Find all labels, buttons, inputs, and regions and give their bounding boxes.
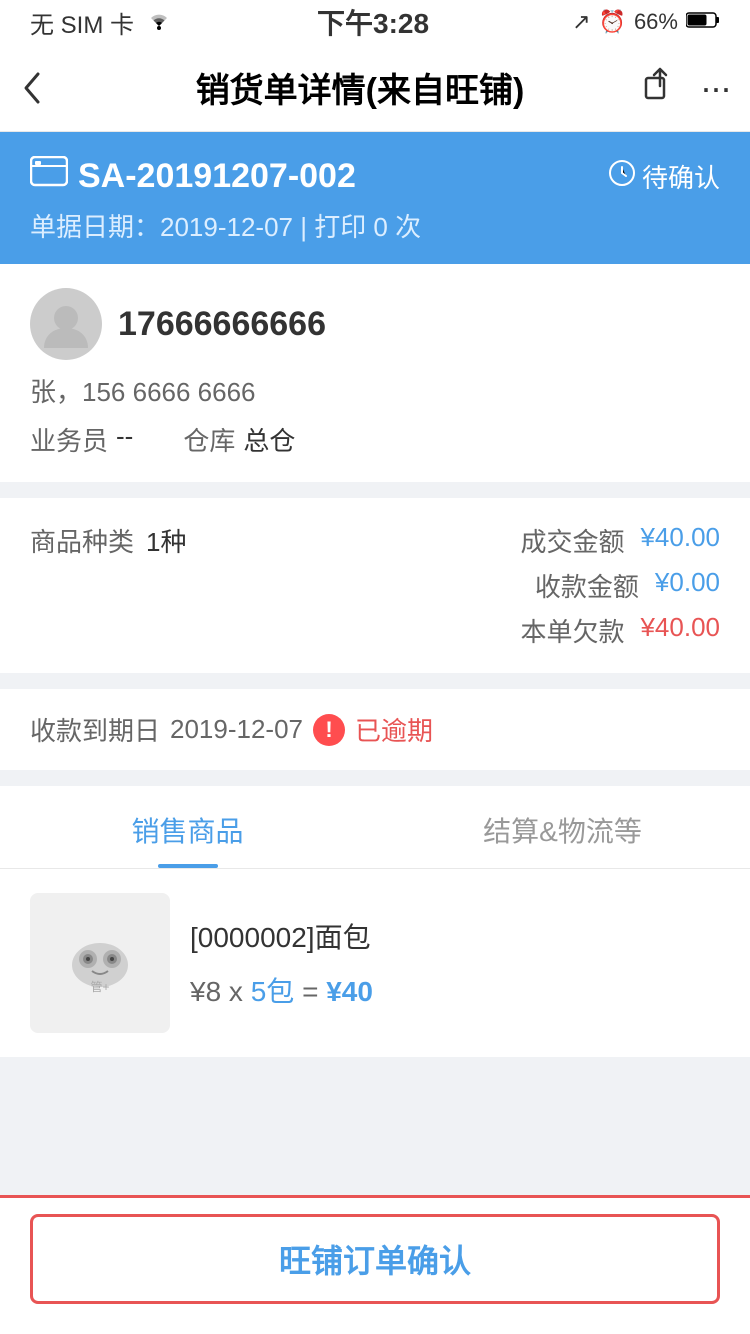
tabs-header: 销售商品 结算&物流等: [0, 786, 750, 869]
battery-icon: [686, 9, 720, 35]
product-types-value: 1种: [146, 522, 186, 559]
nav-actions: ···: [640, 64, 730, 111]
no-sim-text: 无 SIM 卡: [30, 5, 134, 40]
customer-section: 17666666666 张，156 6666 6666 业务员 -- 仓库 总仓: [0, 264, 750, 482]
wifi-icon: [144, 8, 174, 37]
price-total: ¥40: [326, 976, 373, 1007]
summary-section: 商品种类 1种 成交金额 ¥40.00 收款金额 ¥0.00 本单欠款 ¥40.…: [0, 498, 750, 673]
price-eq: =: [302, 976, 318, 1007]
collected-label: 收款金额: [535, 567, 639, 604]
location-icon: ↗: [572, 9, 590, 35]
product-list: 管+ [0000002]面包 ¥8 x 5包 = ¥40: [0, 869, 750, 1057]
overdue-date: 2019-12-07: [170, 714, 303, 745]
order-status: 待确认: [608, 158, 720, 195]
salesperson-value: --: [116, 421, 133, 458]
product-sku: [0000002]面包: [190, 916, 720, 956]
share-button[interactable]: [640, 64, 680, 111]
customer-phone: 17666666666: [118, 305, 326, 344]
order-date: 单据日期：2019-12-07 | 打印 0 次: [30, 207, 720, 244]
product-price: ¥8 x 5包 = ¥40: [190, 970, 720, 1010]
warehouse-label: 仓库: [183, 421, 235, 458]
nav-bar: 销货单详情(来自旺铺) ···: [0, 44, 750, 132]
price-qty: 5包: [251, 976, 295, 1007]
salesperson-label: 业务员: [30, 421, 108, 458]
tabs-section: 销售商品 结算&物流等: [0, 786, 750, 1057]
status-left: 无 SIM 卡: [30, 5, 174, 40]
overdue-tag: 已逾期: [355, 711, 433, 748]
warehouse-value: 总仓: [243, 421, 295, 458]
bottom-bar: 旺铺订单确认: [0, 1195, 750, 1334]
customer-meta: 业务员 -- 仓库 总仓: [30, 421, 720, 458]
svg-text:管+: 管+: [90, 979, 109, 993]
battery-text: 66%: [634, 9, 678, 35]
arrears-label: 本单欠款: [520, 612, 624, 649]
order-icon: [30, 156, 68, 197]
product-types-label: 商品种类: [30, 522, 134, 559]
more-button[interactable]: ···: [700, 67, 730, 109]
transaction-value: ¥40.00: [640, 522, 720, 559]
page-title: 销货单详情(来自旺铺): [196, 63, 525, 112]
customer-avatar: [30, 288, 102, 360]
status-time: 下午3:28: [317, 2, 429, 42]
product-item: 管+ [0000002]面包 ¥8 x 5包 = ¥40: [30, 893, 720, 1033]
status-right: ↗ ⏰ 66%: [572, 9, 720, 35]
arrears-value: ¥40.00: [640, 612, 720, 649]
overdue-section: 收款到期日 2019-12-07 ! 已逾期: [0, 689, 750, 770]
order-id: SA-20191207-002: [30, 156, 356, 197]
status-bar: 无 SIM 卡 下午3:28 ↗ ⏰ 66%: [0, 0, 750, 44]
tab-products[interactable]: 销售商品: [0, 786, 375, 868]
back-button[interactable]: [20, 68, 80, 108]
product-info: [0000002]面包 ¥8 x 5包 = ¥40: [190, 893, 720, 1033]
overdue-warning-icon: !: [313, 714, 345, 746]
order-header-card: SA-20191207-002 待确认 单据日期：2019-12-07 | 打印…: [0, 132, 750, 264]
collected-value: ¥0.00: [655, 567, 720, 604]
alarm-icon: ⏰: [599, 9, 626, 35]
customer-name: 张，156 6666 6666: [30, 372, 720, 409]
overdue-label: 收款到期日: [30, 711, 160, 748]
tab-settlement[interactable]: 结算&物流等: [375, 786, 750, 868]
confirm-order-button[interactable]: 旺铺订单确认: [30, 1214, 720, 1304]
price-display: ¥8 x: [190, 976, 243, 1007]
transaction-label: 成交金额: [520, 522, 624, 559]
product-thumbnail: 管+: [30, 893, 170, 1033]
clock-icon: [608, 159, 636, 194]
